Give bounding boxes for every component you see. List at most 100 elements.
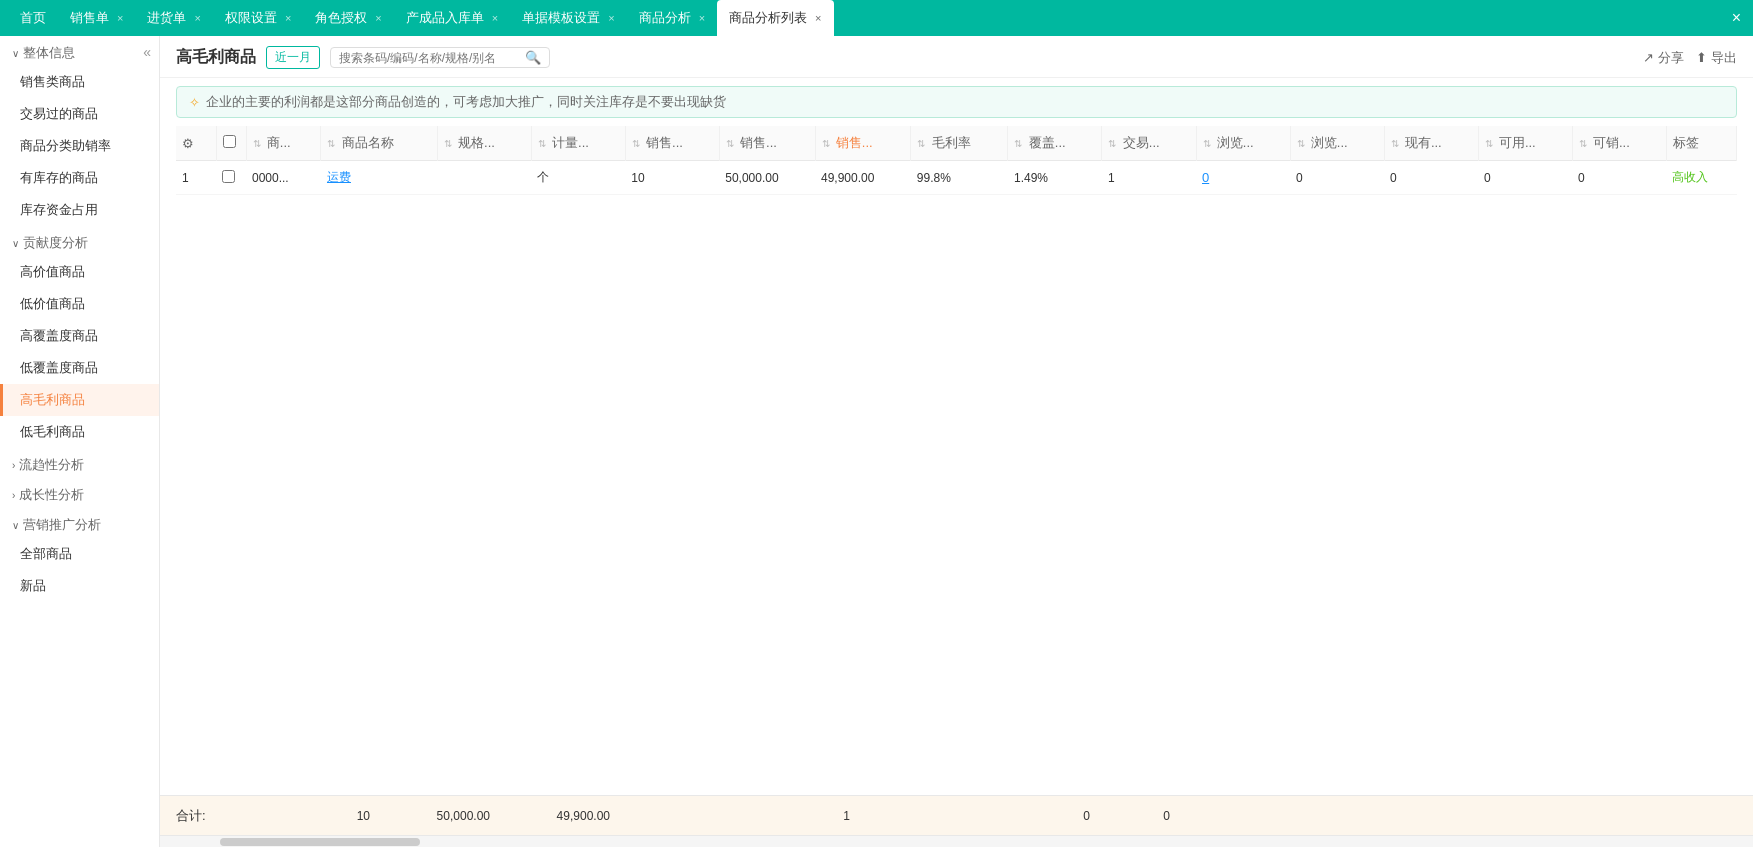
nav-home-label: 首页 [20, 9, 46, 27]
export-button[interactable]: ⬆ 导出 [1696, 49, 1737, 67]
col-browse2[interactable]: ⇅ 浏览... [1290, 126, 1384, 161]
col-code[interactable]: ⇅ 商... [246, 126, 321, 161]
footer-total-cells: 10 50,000.00 49,900.00 1 0 0 [296, 809, 1737, 823]
footer-transactions: 1 [776, 809, 856, 823]
footer-sales1: 10 [296, 809, 376, 823]
select-all-checkbox[interactable] [223, 135, 236, 148]
row-unit: 个 [531, 161, 625, 195]
row-checkbox[interactable] [216, 161, 246, 195]
nav-product-entry[interactable]: 产成品入库单 × [394, 0, 510, 36]
nav-purchase-close[interactable]: × [194, 12, 200, 24]
col-name-sort-icon: ⇅ [327, 138, 335, 149]
export-icon: ⬆ [1696, 50, 1707, 65]
col-browse1[interactable]: ⇅ 浏览... [1196, 126, 1290, 161]
row-sales2: 50,000.00 [719, 161, 815, 195]
row-sales1: 10 [625, 161, 719, 195]
nav-product-analysis-close[interactable]: × [699, 12, 705, 24]
nav-purchase-label: 进货单 [147, 9, 186, 27]
export-label: 导出 [1711, 49, 1737, 67]
sidebar-item-traded-goods[interactable]: 交易过的商品 [0, 98, 159, 130]
nav-template[interactable]: 单据模板设置 × [510, 0, 626, 36]
sidebar-item-high-margin[interactable]: 高毛利商品 [0, 384, 159, 416]
col-spec[interactable]: ⇅ 规格... [437, 126, 531, 161]
nav-role-label: 角色授权 [315, 9, 367, 27]
nav-analysis-list-label: 商品分析列表 [729, 9, 807, 27]
row-code: 0000... [246, 161, 321, 195]
nav-product-entry-close[interactable]: × [492, 12, 498, 24]
nav-home[interactable]: 首页 [8, 0, 58, 36]
row-browse1[interactable]: 0 [1196, 161, 1290, 195]
sidebar-collapse-btn[interactable]: « [143, 44, 151, 60]
banner-text: 企业的主要的利润都是这部分商品创造的，可考虑加大推广，同时关注库存是不要出现缺货 [206, 93, 726, 111]
section-marketing-title: 营销推广分析 [23, 516, 101, 534]
row-current-stock: 0 [1384, 161, 1478, 195]
col-transactions[interactable]: ⇅ 交易... [1102, 126, 1196, 161]
row-name[interactable]: 运费 [321, 161, 437, 195]
sidebar-item-sales-goods[interactable]: 销售类商品 [0, 66, 159, 98]
col-sales1-sort-icon: ⇅ [632, 138, 640, 149]
time-filter-button[interactable]: 近一月 [266, 46, 320, 69]
search-icon[interactable]: 🔍 [525, 50, 541, 65]
sidebar-item-low-coverage[interactable]: 低覆盖度商品 [0, 352, 159, 384]
col-sellable[interactable]: ⇅ 可销... [1572, 126, 1666, 161]
sidebar-item-stock-funds[interactable]: 库存资金占用 [0, 194, 159, 226]
col-sales3[interactable]: ⇅ 销售... [815, 126, 911, 161]
col-coverage[interactable]: ⇅ 覆盖... [1008, 126, 1102, 161]
settings-icon[interactable]: ⚙ [182, 136, 194, 151]
col-sales3-sort-icon: ⇅ [822, 138, 830, 149]
sidebar: « ∨ 整体信息 销售类商品 交易过的商品 商品分类助销率 有库存的商品 库存资… [0, 36, 160, 847]
nav-sales-label: 销售单 [70, 9, 109, 27]
col-current-stock[interactable]: ⇅ 现有... [1384, 126, 1478, 161]
col-name[interactable]: ⇅ 商品名称 [321, 126, 437, 161]
footer-coverage [696, 809, 776, 823]
nav-product-analysis-label: 商品分析 [639, 9, 691, 27]
share-button[interactable]: ↗ 分享 [1643, 49, 1684, 67]
col-browse1-sort-icon: ⇅ [1203, 138, 1211, 149]
nav-permission-close[interactable]: × [285, 12, 291, 24]
sidebar-item-stocked-goods[interactable]: 有库存的商品 [0, 162, 159, 194]
nav-role-close[interactable]: × [375, 12, 381, 24]
col-sales1[interactable]: ⇅ 销售... [625, 126, 719, 161]
sidebar-section-marketing[interactable]: ∨ 营销推广分析 [0, 508, 159, 538]
col-unit-sort-icon: ⇅ [538, 138, 546, 149]
sidebar-item-low-value[interactable]: 低价值商品 [0, 288, 159, 320]
col-available-sort-icon: ⇅ [1485, 138, 1493, 149]
col-checkbox[interactable] [216, 126, 246, 161]
sidebar-item-low-margin[interactable]: 低毛利商品 [0, 416, 159, 448]
bottom-scrollbar[interactable] [160, 835, 1753, 847]
row-index: 1 [176, 161, 216, 195]
window-close-icon[interactable]: × [1732, 9, 1741, 27]
nav-template-close[interactable]: × [608, 12, 614, 24]
section-trend-arrow: › [12, 460, 15, 471]
nav-role[interactable]: 角色授权 × [303, 0, 393, 36]
col-sales2[interactable]: ⇅ 销售... [719, 126, 815, 161]
scrollbar-thumb[interactable] [220, 838, 420, 846]
nav-product-analysis[interactable]: 商品分析 × [627, 0, 717, 36]
sidebar-section-trend[interactable]: › 流趋性分析 [0, 448, 159, 478]
sidebar-item-high-value[interactable]: 高价值商品 [0, 256, 159, 288]
nav-purchase[interactable]: 进货单 × [135, 0, 212, 36]
nav-permission-label: 权限设置 [225, 9, 277, 27]
nav-sales-close[interactable]: × [117, 12, 123, 24]
nav-permission[interactable]: 权限设置 × [213, 0, 303, 36]
sidebar-item-high-coverage[interactable]: 高覆盖度商品 [0, 320, 159, 352]
sidebar-item-category-rate[interactable]: 商品分类助销率 [0, 130, 159, 162]
col-spec-sort-icon: ⇅ [444, 138, 452, 149]
footer-sales3: 49,900.00 [496, 809, 616, 823]
sidebar-section-contribution[interactable]: ∨ 贡献度分析 [0, 226, 159, 256]
search-box: 🔍 [330, 47, 550, 68]
sidebar-section-overall[interactable]: ∨ 整体信息 [0, 36, 159, 66]
info-icon: ✧ [189, 95, 200, 110]
info-banner: ✧ 企业的主要的利润都是这部分商品创造的，可考虑加大推广，同时关注库存是不要出现… [176, 86, 1737, 118]
nav-analysis-list-close[interactable]: × [815, 12, 821, 24]
col-settings[interactable]: ⚙ [176, 126, 216, 161]
col-available[interactable]: ⇅ 可用... [1478, 126, 1572, 161]
sidebar-item-all-goods[interactable]: 全部商品 [0, 538, 159, 570]
sidebar-item-new-goods[interactable]: 新品 [0, 570, 159, 602]
sidebar-section-growth[interactable]: › 成长性分析 [0, 478, 159, 508]
search-input[interactable] [339, 51, 525, 65]
col-gross-rate[interactable]: ⇅ 毛利率 [911, 126, 1008, 161]
nav-sales[interactable]: 销售单 × [58, 0, 135, 36]
col-unit[interactable]: ⇅ 计量... [531, 126, 625, 161]
nav-analysis-list[interactable]: 商品分析列表 × [717, 0, 833, 36]
